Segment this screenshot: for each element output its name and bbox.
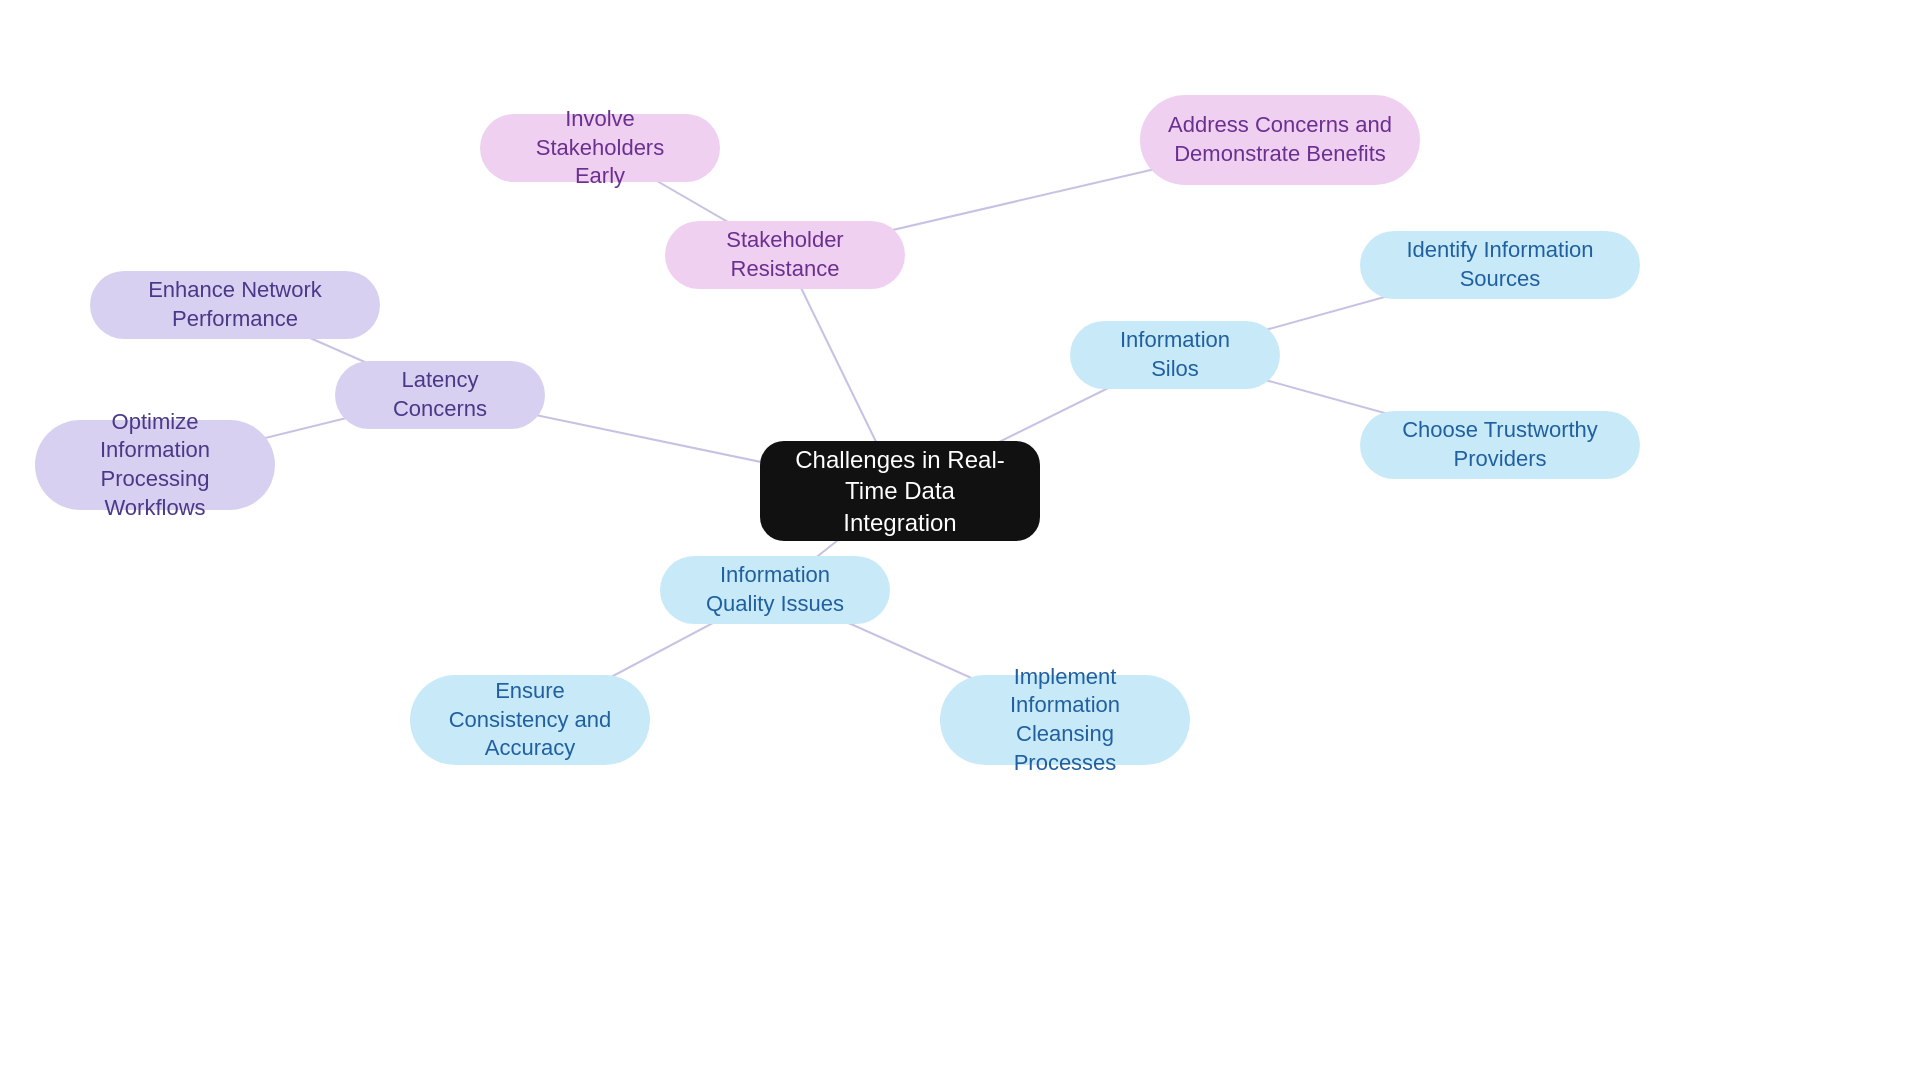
latency-concerns-node[interactable]: Latency Concerns — [335, 361, 545, 429]
identify-sources-node[interactable]: Identify Information Sources — [1360, 231, 1640, 299]
address-concerns-node[interactable]: Address Concerns and Demonstrate Benefit… — [1140, 95, 1420, 185]
information-quality-node[interactable]: Information Quality Issues — [660, 556, 890, 624]
center-node[interactable]: Challenges in Real-Time Data Integration — [760, 441, 1040, 541]
optimize-workflows-node[interactable]: Optimize Information Processing Workflow… — [35, 420, 275, 510]
choose-providers-node[interactable]: Choose Trustworthy Providers — [1360, 411, 1640, 479]
information-silos-node[interactable]: Information Silos — [1070, 321, 1280, 389]
stakeholder-resistance-node[interactable]: Stakeholder Resistance — [665, 221, 905, 289]
implement-cleansing-node[interactable]: Implement Information Cleansing Processe… — [940, 675, 1190, 765]
ensure-consistency-node[interactable]: Ensure Consistency and Accuracy — [410, 675, 650, 765]
involve-stakeholders-node[interactable]: Involve Stakeholders Early — [480, 114, 720, 182]
enhance-network-node[interactable]: Enhance Network Performance — [90, 271, 380, 339]
